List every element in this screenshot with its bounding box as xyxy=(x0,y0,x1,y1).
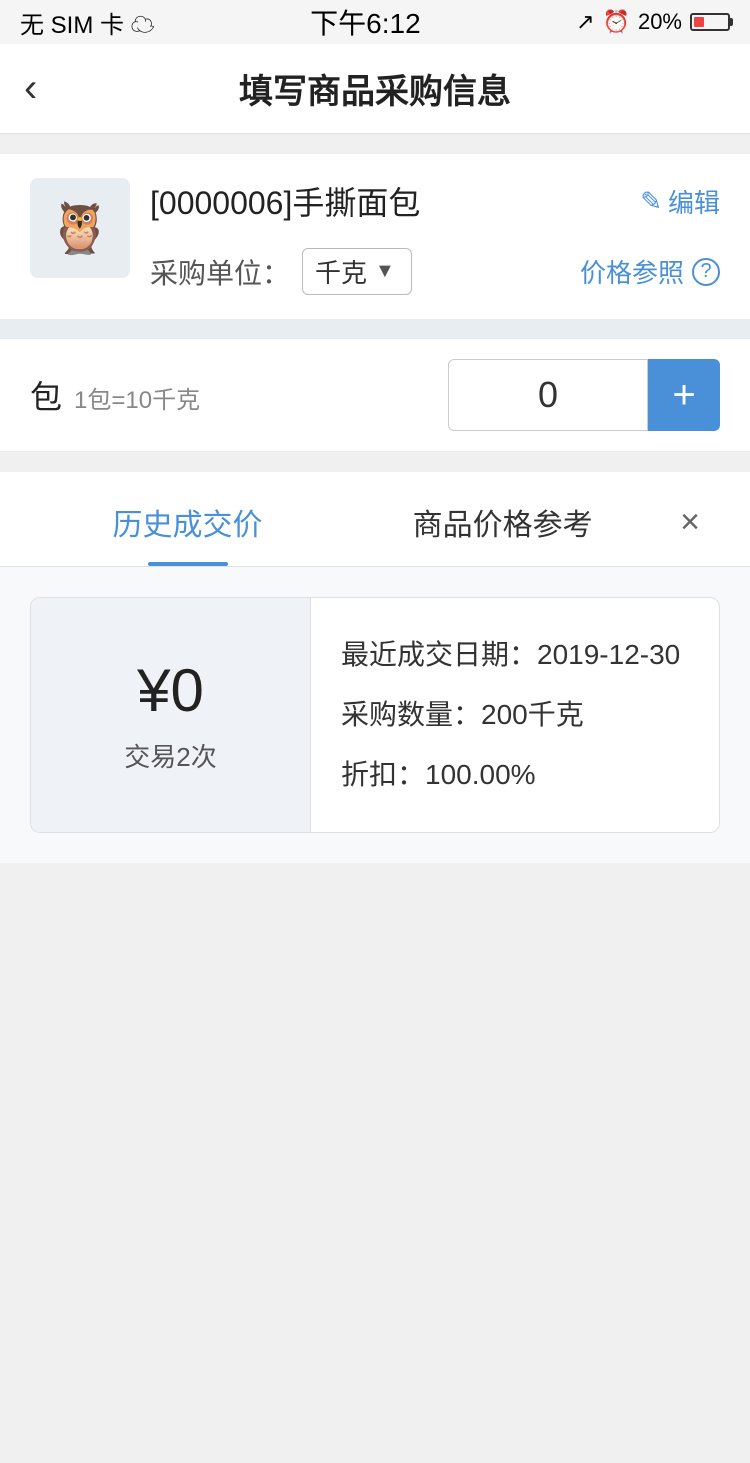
status-right: ↗ ⏰ 20% xyxy=(576,9,730,35)
recent-date-value: 2019-12-30 xyxy=(537,639,680,670)
page-title: 填写商品采购信息 xyxy=(239,64,511,113)
unit-value: 千克 xyxy=(315,253,367,290)
product-section: 🦉 [0000006]手撕面包 ✎ 编辑 采购单位： 千克 ▼ xyxy=(0,154,750,319)
tab-close-button[interactable]: × xyxy=(660,475,720,564)
tabs-section: 历史成交价 商品价格参考 × ¥0 交易2次 最近成交日期：2019-12-30… xyxy=(0,472,750,863)
status-bar: 无 SIM 卡 ☁ 下午6:12 ↗ ⏰ 20% xyxy=(0,0,750,44)
purchase-quantity-value: 200千克 xyxy=(481,699,584,730)
product-logo-icon: 🦉 xyxy=(49,199,111,258)
purchase-quantity-label: 采购数量： xyxy=(341,699,481,730)
main-content xyxy=(0,863,750,1463)
product-name: [0000006]手撕面包 xyxy=(150,178,420,224)
product-top-row: [0000006]手撕面包 ✎ 编辑 xyxy=(150,178,720,224)
section-divider xyxy=(0,319,750,339)
product-header: 🦉 [0000006]手撕面包 ✎ 编辑 采购单位： 千克 ▼ xyxy=(30,178,720,295)
price-card: ¥0 交易2次 最近成交日期：2019-12-30 采购数量：200千克 折扣：… xyxy=(30,597,720,833)
discount-label: 折扣： xyxy=(341,759,425,790)
status-left: 无 SIM 卡 ☁ xyxy=(20,5,155,40)
price-transactions: 交易2次 xyxy=(124,737,216,774)
discount-value: 100.00% xyxy=(425,759,536,790)
sim-status: 无 SIM 卡 ☁ xyxy=(20,5,155,40)
tab-history-price[interactable]: 历史成交价 xyxy=(30,472,345,566)
help-icon: ? xyxy=(692,258,720,286)
tab-product-price-ref[interactable]: 商品价格参考 xyxy=(345,472,660,566)
location-icon: ↗ xyxy=(576,9,594,35)
battery-percent: 20% xyxy=(638,9,682,35)
quantity-plus-button[interactable]: + xyxy=(648,359,720,431)
discount-row: 折扣：100.00% xyxy=(341,754,689,796)
quantity-input[interactable]: 0 xyxy=(448,359,648,431)
tabs-header: 历史成交价 商品价格参考 × xyxy=(0,472,750,567)
quantity-label: 包 1包=10千克 xyxy=(30,372,200,418)
recent-date-row: 最近成交日期：2019-12-30 xyxy=(341,634,689,676)
unit-select-button[interactable]: 千克 ▼ xyxy=(302,248,412,295)
history-price-content: ¥0 交易2次 最近成交日期：2019-12-30 采购数量：200千克 折扣：… xyxy=(0,567,750,863)
status-time: 下午6:12 xyxy=(310,2,421,42)
price-ref-button[interactable]: 价格参照 ? xyxy=(580,253,720,290)
alarm-icon: ⏰ xyxy=(603,9,630,35)
quantity-conversion-text: 1包=10千克 xyxy=(74,380,200,415)
edit-label: 编辑 xyxy=(668,183,720,220)
recent-date-label: 最近成交日期： xyxy=(341,639,537,670)
unit-label-text: 采购单位： xyxy=(150,252,290,292)
price-card-right: 最近成交日期：2019-12-30 采购数量：200千克 折扣：100.00% xyxy=(311,598,719,832)
nav-bar: ‹ 填写商品采购信息 xyxy=(0,44,750,134)
product-unit-row: 采购单位： 千克 ▼ 价格参照 ? xyxy=(150,248,720,295)
battery-icon xyxy=(690,13,730,31)
product-thumbnail: 🦉 xyxy=(30,178,130,278)
price-value: ¥0 xyxy=(137,656,204,725)
edit-icon: ✎ xyxy=(640,186,662,217)
price-card-left: ¥0 交易2次 xyxy=(31,598,311,832)
quantity-input-block: 0 + xyxy=(448,359,720,431)
quantity-section: 包 1包=10千克 0 + xyxy=(0,339,750,452)
edit-button[interactable]: ✎ 编辑 xyxy=(640,183,720,220)
product-info: [0000006]手撕面包 ✎ 编辑 采购单位： 千克 ▼ 价格参照 ? xyxy=(150,178,720,295)
price-ref-label: 价格参照 xyxy=(580,253,684,290)
purchase-quantity-row: 采购数量：200千克 xyxy=(341,694,689,736)
back-button[interactable]: ‹ xyxy=(24,66,37,111)
unit-label: 采购单位： 千克 ▼ xyxy=(150,248,412,295)
chevron-down-icon: ▼ xyxy=(375,260,395,283)
quantity-unit-text: 包 xyxy=(30,372,62,418)
